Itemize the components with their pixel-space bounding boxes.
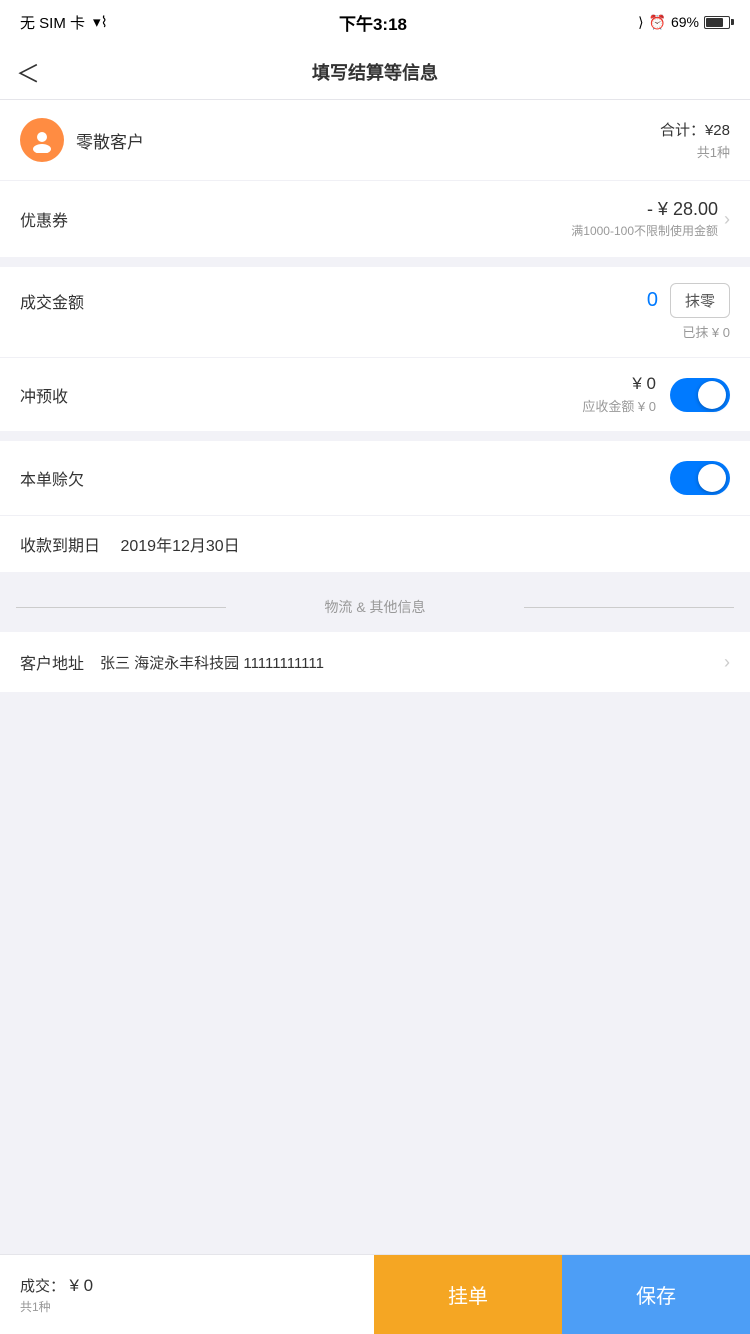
battery-text: 69% xyxy=(671,14,699,30)
credit-toggle-knob xyxy=(698,464,726,492)
save-button[interactable]: 保存 xyxy=(562,1255,750,1334)
location-icon: ⟩ xyxy=(638,14,643,31)
footer-deal-label: 成交： xyxy=(20,1278,65,1295)
battery-icon xyxy=(704,16,730,29)
coupon-right: - ¥ 28.00 满1000-100不限制使用金额 › xyxy=(571,199,730,239)
carrier-text: 无 SIM 卡 xyxy=(20,12,85,33)
coupon-value-block: - ¥ 28.00 满1000-100不限制使用金额 xyxy=(571,199,718,239)
round-zero-button[interactable]: 抹零 xyxy=(670,283,730,318)
alarm-icon: ⏰ xyxy=(649,14,666,31)
credit-label: 本单赊欠 xyxy=(20,466,84,490)
deal-amount-section: 成交金额 0 抹零 已抹 ¥ 0 冲预收 ¥ 0 应收金额 ¥ 0 xyxy=(0,267,750,431)
deal-right: 0 抹零 xyxy=(647,283,730,318)
avatar xyxy=(20,118,64,162)
footer-deal-amount: ¥ 0 xyxy=(69,1276,93,1295)
credit-toggle[interactable] xyxy=(670,461,730,495)
deal-amount-row: 成交金额 0 抹零 已抹 ¥ 0 xyxy=(0,267,750,357)
status-right: ⟩ ⏰ 69% xyxy=(638,14,730,31)
footer-deal-row: 成交： ¥ 0 xyxy=(20,1275,354,1296)
prepayment-amount: ¥ 0 xyxy=(582,374,656,394)
customer-right: 合计：¥28 共1种 xyxy=(660,119,730,161)
coupon-amount: - ¥ 28.00 xyxy=(571,199,718,220)
toggle-knob xyxy=(698,381,726,409)
credit-row: 本单赊欠 xyxy=(0,441,750,515)
wifi-icon: ▾⌇ xyxy=(93,13,108,31)
customer-count: 共1种 xyxy=(660,142,730,161)
deal-amount-label: 成交金额 xyxy=(20,289,84,313)
back-button[interactable]: ＜ xyxy=(16,54,40,89)
address-chevron-icon: › xyxy=(724,652,730,673)
footer-count: 共1种 xyxy=(20,1298,354,1315)
bottom-spacer xyxy=(0,702,750,802)
prepayment-toggle[interactable] xyxy=(670,378,730,412)
address-label: 客户地址 xyxy=(20,650,90,674)
due-date-value: 2019年12月30日 xyxy=(120,538,239,555)
footer-info: 成交： ¥ 0 共1种 xyxy=(0,1275,374,1315)
deal-row-top: 成交金额 0 抹零 xyxy=(20,283,730,318)
nav-bar: ＜ 填写结算等信息 xyxy=(0,44,750,100)
customer-row: 零散客户 合计：¥28 共1种 xyxy=(0,100,750,180)
prepayment-value-block: ¥ 0 应收金额 ¥ 0 xyxy=(582,374,656,415)
coupon-chevron-icon: › xyxy=(724,209,730,230)
deal-sub-text: 已抹 ¥ 0 xyxy=(20,322,730,341)
save-button-label: 保存 xyxy=(636,1280,676,1309)
footer: 成交： ¥ 0 共1种 挂单 保存 xyxy=(0,1254,750,1334)
prepayment-right: ¥ 0 应收金额 ¥ 0 xyxy=(582,374,730,415)
customer-section: 零散客户 合计：¥28 共1种 优惠券 - ¥ 28.00 满1000-100不… xyxy=(0,100,750,257)
page-title: 填写结算等信息 xyxy=(312,59,438,85)
logistics-divider: 物流 & 其他信息 xyxy=(0,582,750,632)
coupon-row[interactable]: 优惠券 - ¥ 28.00 满1000-100不限制使用金额 › xyxy=(0,180,750,257)
prepayment-sub: 应收金额 ¥ 0 xyxy=(582,396,656,415)
coupon-desc: 满1000-100不限制使用金额 xyxy=(571,222,718,239)
address-section[interactable]: 客户地址 张三 海淀永丰科技园 11111111111 › xyxy=(0,632,750,692)
address-value: 张三 海淀永丰科技园 11111111111 xyxy=(100,652,724,673)
prepayment-label: 冲预收 xyxy=(20,383,68,407)
logistics-label: 物流 & 其他信息 xyxy=(314,597,435,617)
customer-total: 合计：¥28 xyxy=(660,119,730,140)
status-left: 无 SIM 卡 ▾⌇ xyxy=(20,12,108,33)
credit-section: 本单赊欠 收款到期日 2019年12月30日 xyxy=(0,441,750,572)
due-date-row: 收款到期日 2019年12月30日 xyxy=(0,515,750,572)
deal-amount-value: 0 xyxy=(647,289,658,312)
customer-name: 零散客户 xyxy=(76,128,144,153)
pending-button[interactable]: 挂单 xyxy=(374,1255,562,1334)
customer-left: 零散客户 xyxy=(20,118,144,162)
status-bar: 无 SIM 卡 ▾⌇ 下午3:18 ⟩ ⏰ 69% xyxy=(0,0,750,44)
coupon-label: 优惠券 xyxy=(20,207,68,231)
address-row[interactable]: 客户地址 张三 海淀永丰科技园 11111111111 › xyxy=(0,632,750,692)
status-time: 下午3:18 xyxy=(339,10,407,35)
prepayment-row: 冲预收 ¥ 0 应收金额 ¥ 0 xyxy=(0,357,750,431)
due-date-label: 收款到期日 xyxy=(20,538,100,555)
pending-button-label: 挂单 xyxy=(448,1280,488,1309)
